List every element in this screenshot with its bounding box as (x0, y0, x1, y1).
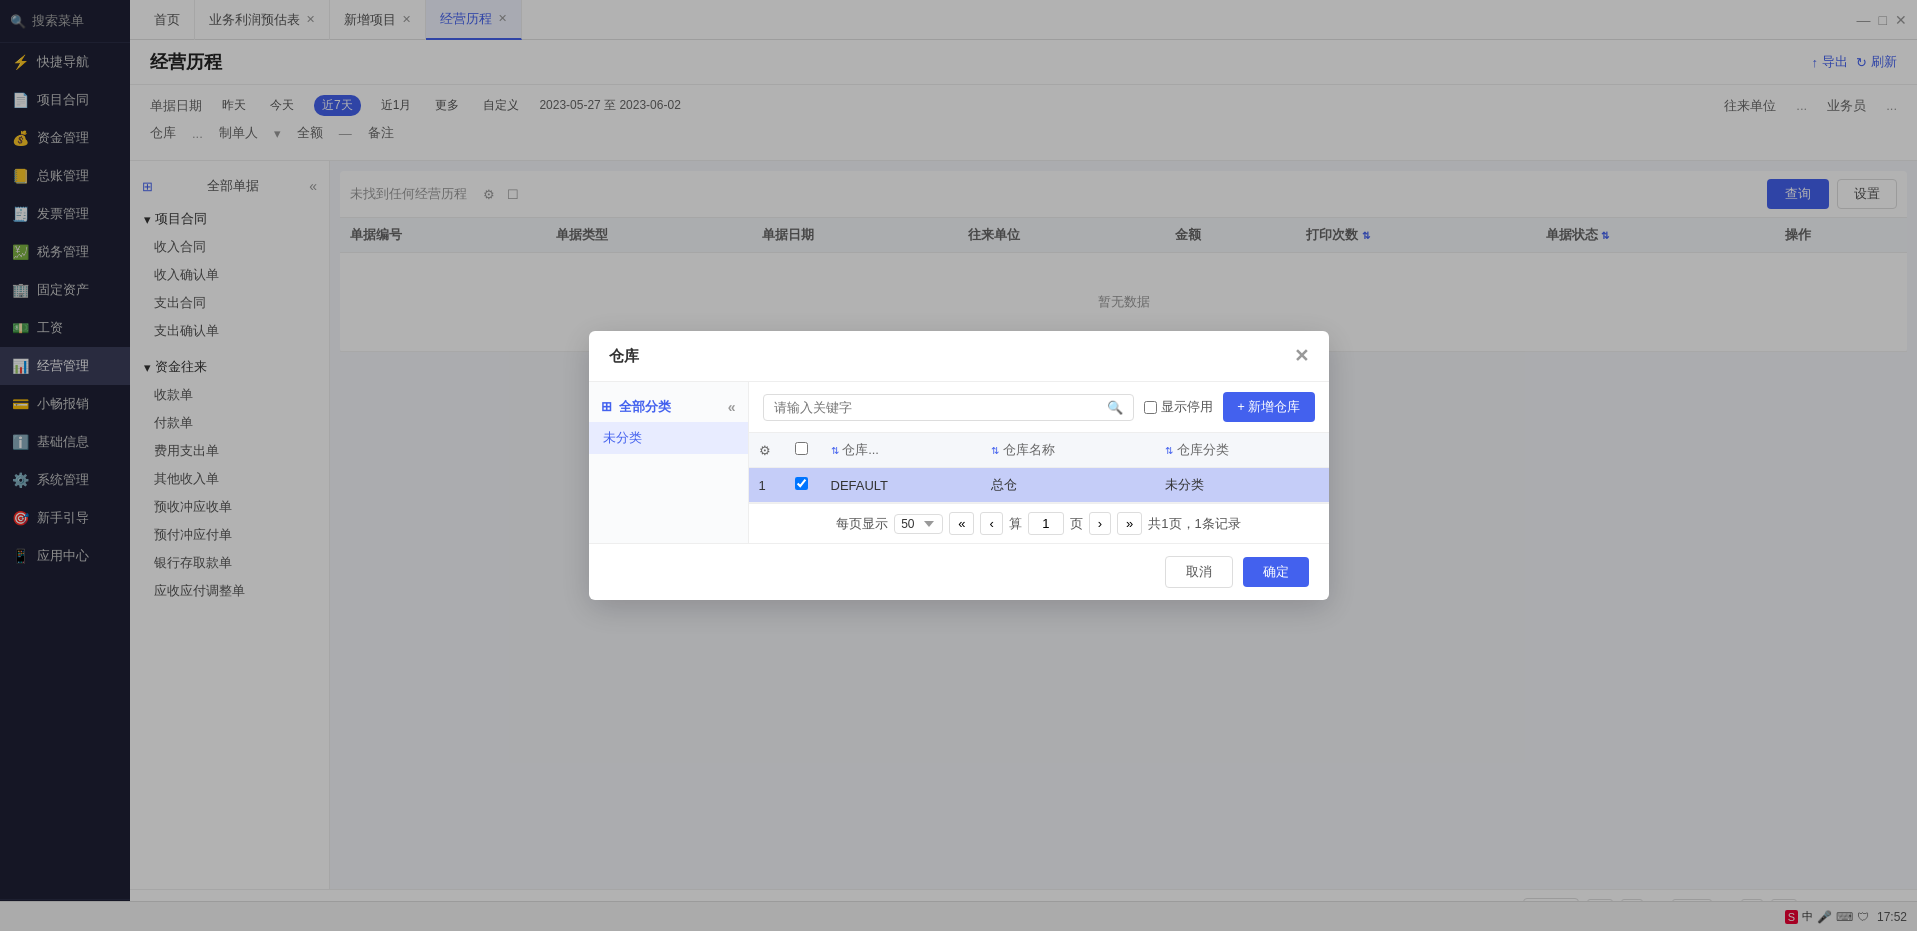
modal-first-page[interactable]: « (949, 512, 974, 535)
row-num: 1 (749, 468, 785, 503)
confirm-button[interactable]: 确定 (1243, 557, 1309, 587)
modal-page-text: 页 (1070, 515, 1083, 533)
modal-search-icon: 🔍 (1107, 400, 1123, 415)
modal-table-row[interactable]: 1 DEFAULT 总仓 未分类 (749, 468, 1329, 503)
warehouse-modal: 仓库 ✕ ⊞ 全部分类 « 未分类 (589, 331, 1329, 600)
modal-col-settings[interactable]: ⚙ (749, 433, 785, 468)
sort-icon-code: ⇅ (831, 445, 839, 456)
modal-footer: 取消 确定 (589, 543, 1329, 600)
modal-main-content: 🔍 显示停用 + 新增仓库 (749, 382, 1329, 543)
modal-per-page-select[interactable]: 50 20 100 (894, 514, 943, 534)
modal-sidebar-collapse-btn[interactable]: « (728, 399, 736, 415)
grid-icon: ⊞ (601, 399, 612, 414)
modal-col-category[interactable]: ⇅ 仓库分类 (1155, 433, 1329, 468)
modal-pagination: 每页显示 50 20 100 « ‹ 算 页 › » 共1页，1条记录 (749, 503, 1329, 543)
modal-header: 仓库 ✕ (589, 331, 1329, 382)
modal-sidebar-item-uncategorized[interactable]: 未分类 (589, 422, 748, 454)
modal-table-wrapper: ⚙ ⇅ 仓库... ⇅ (749, 433, 1329, 503)
modal-sidebar-header: ⊞ 全部分类 « (589, 392, 748, 422)
cancel-button[interactable]: 取消 (1165, 556, 1233, 588)
modal-show-disabled-checkbox[interactable] (1144, 401, 1157, 414)
modal-prev-page[interactable]: ‹ (980, 512, 1002, 535)
modal-sidebar-title: ⊞ 全部分类 (601, 398, 672, 416)
row-checkbox[interactable] (785, 468, 821, 503)
settings-icon-modal: ⚙ (759, 443, 771, 458)
modal-sidebar: ⊞ 全部分类 « 未分类 (589, 382, 749, 543)
modal-show-disabled-label[interactable]: 显示停用 (1144, 398, 1213, 416)
modal-add-btn[interactable]: + 新增仓库 (1223, 392, 1314, 422)
modal-page-input[interactable] (1028, 512, 1064, 535)
modal-body: ⊞ 全部分类 « 未分类 🔍 (589, 382, 1329, 543)
sort-icon-cat: ⇅ (1165, 445, 1173, 456)
row-code: DEFAULT (821, 468, 982, 503)
row-name: 总仓 (981, 468, 1155, 503)
row-category: 未分类 (1155, 468, 1329, 503)
modal-col-name[interactable]: ⇅ 仓库名称 (981, 433, 1155, 468)
modal-col-code[interactable]: ⇅ 仓库... (821, 433, 982, 468)
modal-per-page-label: 每页显示 (836, 515, 888, 533)
modal-toolbar: 🔍 显示停用 + 新增仓库 (749, 382, 1329, 433)
modal-table: ⚙ ⇅ 仓库... ⇅ (749, 433, 1329, 503)
modal-total-records: 共1页，1条记录 (1148, 515, 1240, 533)
modal-table-header: ⚙ ⇅ 仓库... ⇅ (749, 433, 1329, 468)
modal-col-checkbox[interactable] (785, 433, 821, 468)
modal-overlay: 仓库 ✕ ⊞ 全部分类 « 未分类 (0, 0, 1917, 931)
modal-select-all[interactable] (795, 442, 808, 455)
modal-search-box[interactable]: 🔍 (763, 394, 1135, 421)
row-select-checkbox[interactable] (795, 477, 808, 490)
modal-last-page[interactable]: » (1117, 512, 1142, 535)
sort-icon-name: ⇅ (991, 445, 999, 456)
modal-page-label: 算 (1009, 515, 1022, 533)
modal-next-page[interactable]: › (1089, 512, 1111, 535)
modal-search-input[interactable] (774, 400, 1102, 415)
modal-title: 仓库 (609, 347, 639, 366)
modal-close-btn[interactable]: ✕ (1294, 345, 1309, 367)
